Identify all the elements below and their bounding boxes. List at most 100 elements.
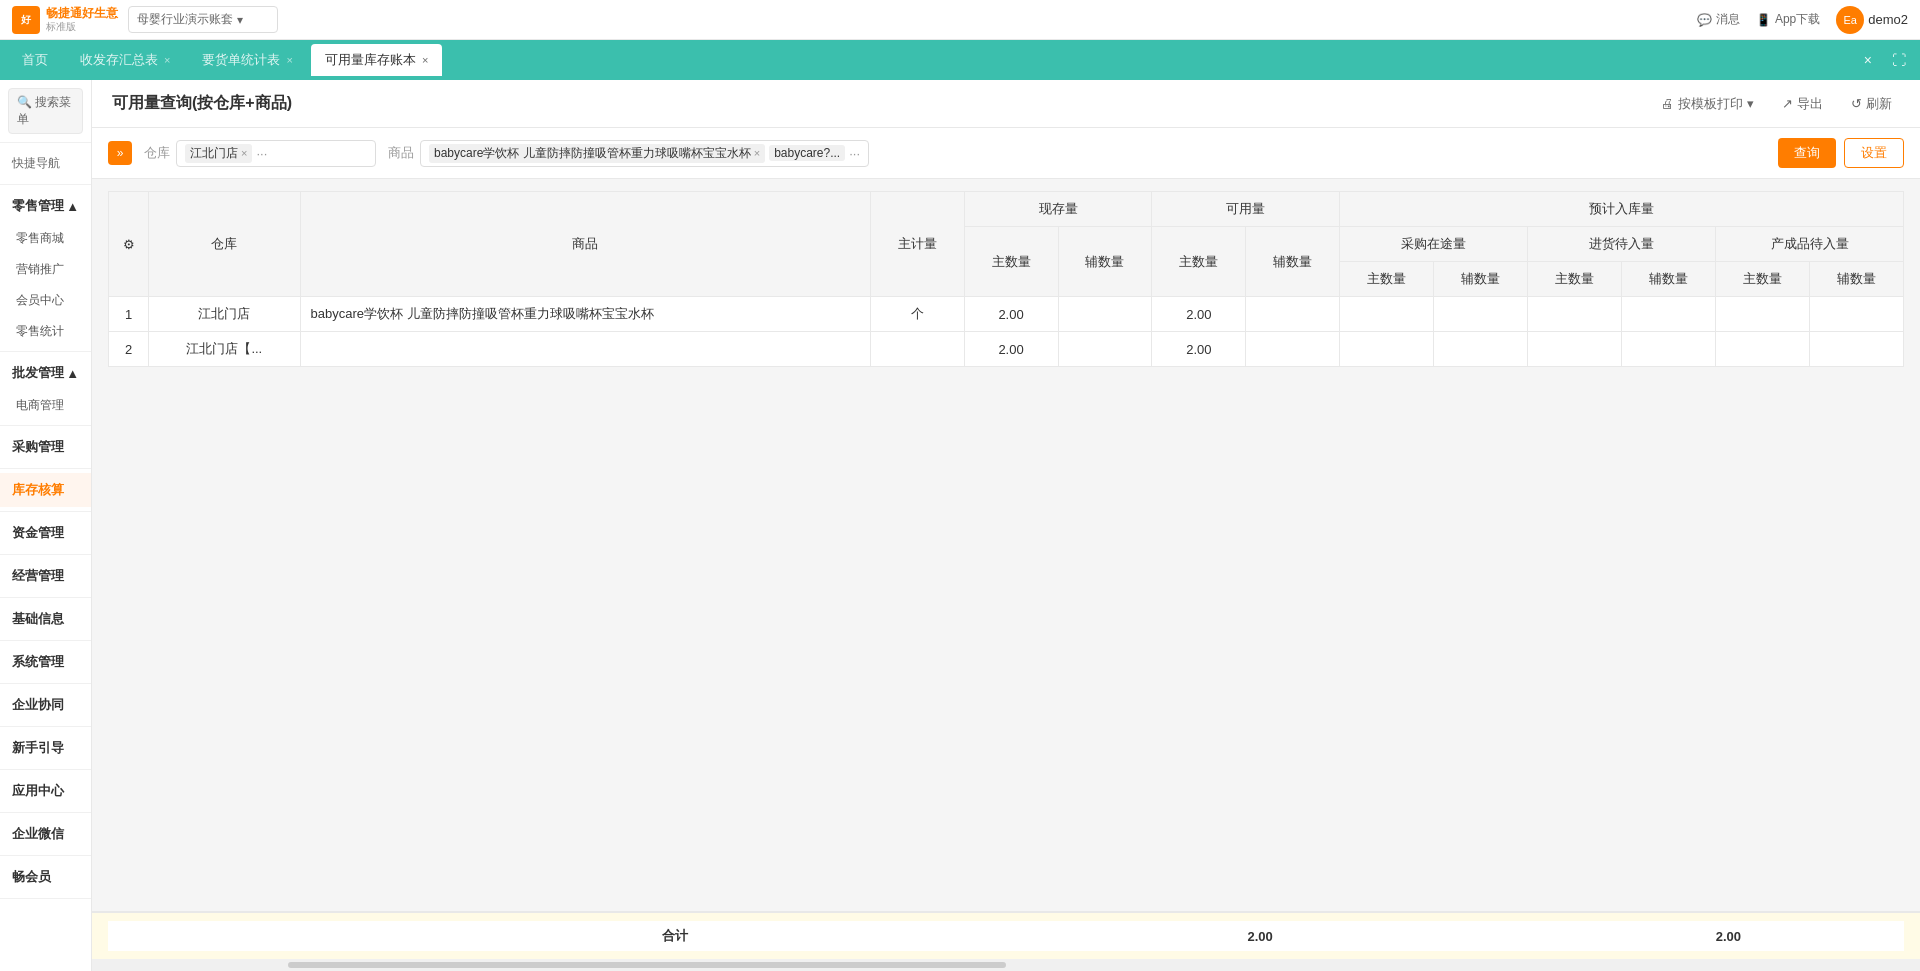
- tab-available-stock-label: 可用量库存账本: [325, 51, 416, 69]
- sidebar-search-area: 🔍 搜索菜单: [0, 80, 91, 143]
- tab-order-stats[interactable]: 要货单统计表 ×: [188, 44, 306, 76]
- warehouse-input[interactable]: 江北门店 × ···: [176, 140, 376, 167]
- base-label: 基础信息: [12, 610, 64, 628]
- th-purchase-group: 采购在途量: [1340, 227, 1528, 262]
- tab-available-stock-close[interactable]: ×: [422, 54, 428, 66]
- tab-home[interactable]: 首页: [8, 44, 62, 76]
- cell-incoming-wait-main: [1528, 297, 1622, 332]
- content-area: 可用量查询(按仓库+商品) 🖨 按模板打印 ▾ ↗ 导出 ↺ 刷新 »: [92, 80, 1920, 971]
- sidebar-item-quick-nav[interactable]: 快捷导航: [0, 149, 91, 178]
- cell-incoming-wait-aux: [1622, 332, 1716, 367]
- top-bar-left: 好 畅捷通好生意 标准版 母婴行业演示账套 ▾: [12, 6, 278, 34]
- expand-filter-btn[interactable]: »: [108, 141, 132, 165]
- th-available-aux: 辅数量: [1246, 227, 1340, 297]
- sidebar-header-inventory[interactable]: 库存核算: [0, 473, 91, 507]
- sidebar-header-vip[interactable]: 畅会员: [0, 860, 91, 894]
- sidebar-header-enterprise[interactable]: 企业协同: [0, 688, 91, 722]
- sidebar-group-newbie: 新手引导: [0, 727, 91, 770]
- sidebar-header-system[interactable]: 系统管理: [0, 645, 91, 679]
- sidebar-group-appstore: 应用中心: [0, 770, 91, 813]
- th-produce-group: 产成品待入量: [1716, 227, 1904, 262]
- cell-unit: [870, 332, 964, 367]
- product-input[interactable]: babycare学饮杯 儿童防摔防撞吸管杯重力球吸嘴杯宝宝水杯 × babyca…: [420, 140, 869, 167]
- warehouse-tag-close[interactable]: ×: [241, 147, 247, 159]
- cell-produce-main: [1716, 297, 1810, 332]
- tab-available-stock[interactable]: 可用量库存账本 ×: [311, 44, 442, 76]
- logo-line1: 畅捷通好生意: [46, 6, 118, 20]
- product-tag1-close[interactable]: ×: [754, 147, 760, 159]
- th-produce-main: 主数量: [1716, 262, 1810, 297]
- inventory-label: 库存核算: [12, 481, 64, 499]
- sidebar-item-retail-mall[interactable]: 零售商城: [0, 223, 91, 254]
- sidebar-header-newbie[interactable]: 新手引导: [0, 731, 91, 765]
- sidebar-header-wechat[interactable]: 企业微信: [0, 817, 91, 851]
- sidebar-item-retail-stats[interactable]: 零售统计: [0, 316, 91, 347]
- warehouse-more-btn[interactable]: ···: [256, 146, 267, 161]
- sidebar-group-purchase: 采购管理: [0, 426, 91, 469]
- avatar: Ea: [1836, 6, 1864, 34]
- footer-current-main: 2.00: [1143, 921, 1377, 951]
- wholesale-collapse-icon: ▲: [66, 366, 79, 381]
- sidebar-header-appstore[interactable]: 应用中心: [0, 774, 91, 808]
- filter-actions: 查询 设置: [1778, 138, 1904, 168]
- page-title: 可用量查询(按仓库+商品): [112, 93, 292, 114]
- product-more-btn[interactable]: ···: [849, 146, 860, 161]
- sidebar-header-finance[interactable]: 资金管理: [0, 516, 91, 550]
- cell-purchase-aux: [1434, 332, 1528, 367]
- th-settings[interactable]: ⚙: [109, 192, 149, 297]
- top-bar-right: 💬 消息 📱 App下载 Ea demo2: [1697, 6, 1908, 34]
- tab-close-all-btn[interactable]: ×: [1858, 50, 1878, 70]
- industry-selector[interactable]: 母婴行业演示账套 ▾: [128, 6, 278, 33]
- sidebar-item-member[interactable]: 会员中心: [0, 285, 91, 316]
- phone-icon: 📱: [1756, 13, 1771, 27]
- sidebar-group-system: 系统管理: [0, 641, 91, 684]
- main-layout: 🔍 搜索菜单 快捷导航 零售管理 ▲ 零售商城 营销推广 会员中心 零售统计 批…: [0, 80, 1920, 971]
- print-btn[interactable]: 🖨 按模板打印 ▾: [1653, 91, 1762, 117]
- tab-bar-right: × ⛶: [1858, 50, 1912, 70]
- th-available-main: 主数量: [1152, 227, 1246, 297]
- app-label: App下载: [1775, 11, 1820, 28]
- tab-receive-send-close[interactable]: ×: [164, 54, 170, 66]
- sidebar-group-inventory: 库存核算: [0, 469, 91, 512]
- enterprise-label: 企业协同: [12, 696, 64, 714]
- cell-purchase-aux: [1434, 297, 1528, 332]
- industry-label: 母婴行业演示账套: [137, 11, 233, 28]
- warehouse-tag: 江北门店 ×: [185, 144, 252, 163]
- cell-product: [300, 332, 870, 367]
- tab-expand-btn[interactable]: ⛶: [1886, 50, 1912, 70]
- th-produce-aux: 辅数量: [1810, 262, 1904, 297]
- refresh-label: 刷新: [1866, 95, 1892, 113]
- refresh-icon: ↺: [1851, 96, 1862, 111]
- query-button[interactable]: 查询: [1778, 138, 1836, 168]
- sidebar-header-purchase[interactable]: 采购管理: [0, 430, 91, 464]
- user-area[interactable]: Ea demo2: [1836, 6, 1908, 34]
- sidebar-item-retail-promo[interactable]: 营销推广: [0, 254, 91, 285]
- tab-order-stats-close[interactable]: ×: [286, 54, 292, 66]
- sidebar-header-ops[interactable]: 经营管理: [0, 559, 91, 593]
- sidebar-header-wholesale[interactable]: 批发管理 ▲: [0, 356, 91, 390]
- horizontal-scrollbar[interactable]: [92, 959, 1920, 971]
- sidebar-item-ecommerce[interactable]: 电商管理: [0, 390, 91, 421]
- scroll-thumb[interactable]: [288, 962, 1006, 968]
- message-btn[interactable]: 💬 消息: [1697, 11, 1740, 28]
- wechat-label: 企业微信: [12, 825, 64, 843]
- tab-receive-send[interactable]: 收发存汇总表 ×: [66, 44, 184, 76]
- cell-current-aux: [1058, 297, 1152, 332]
- footer-available-main: 2.00: [1611, 921, 1845, 951]
- search-menu-btn[interactable]: 🔍 搜索菜单: [8, 88, 83, 134]
- th-product: 商品: [300, 192, 870, 297]
- product-tag2: babycare?...: [769, 145, 845, 161]
- sidebar-header-retail[interactable]: 零售管理 ▲: [0, 189, 91, 223]
- print-label: 按模板打印: [1678, 95, 1743, 113]
- cell-available-aux: [1246, 332, 1340, 367]
- sidebar-header-base[interactable]: 基础信息: [0, 602, 91, 636]
- refresh-btn[interactable]: ↺ 刷新: [1843, 91, 1900, 117]
- cell-unit: 个: [870, 297, 964, 332]
- export-btn[interactable]: ↗ 导出: [1774, 91, 1831, 117]
- footer-label: 合计: [382, 921, 967, 951]
- cell-produce-aux: [1810, 332, 1904, 367]
- cell-product: babycare学饮杯 儿童防摔防撞吸管杯重力球吸嘴杯宝宝水杯: [300, 297, 870, 332]
- app-download-btn[interactable]: 📱 App下载: [1756, 11, 1820, 28]
- settings-button[interactable]: 设置: [1844, 138, 1904, 168]
- cell-purchase-main: [1340, 332, 1434, 367]
